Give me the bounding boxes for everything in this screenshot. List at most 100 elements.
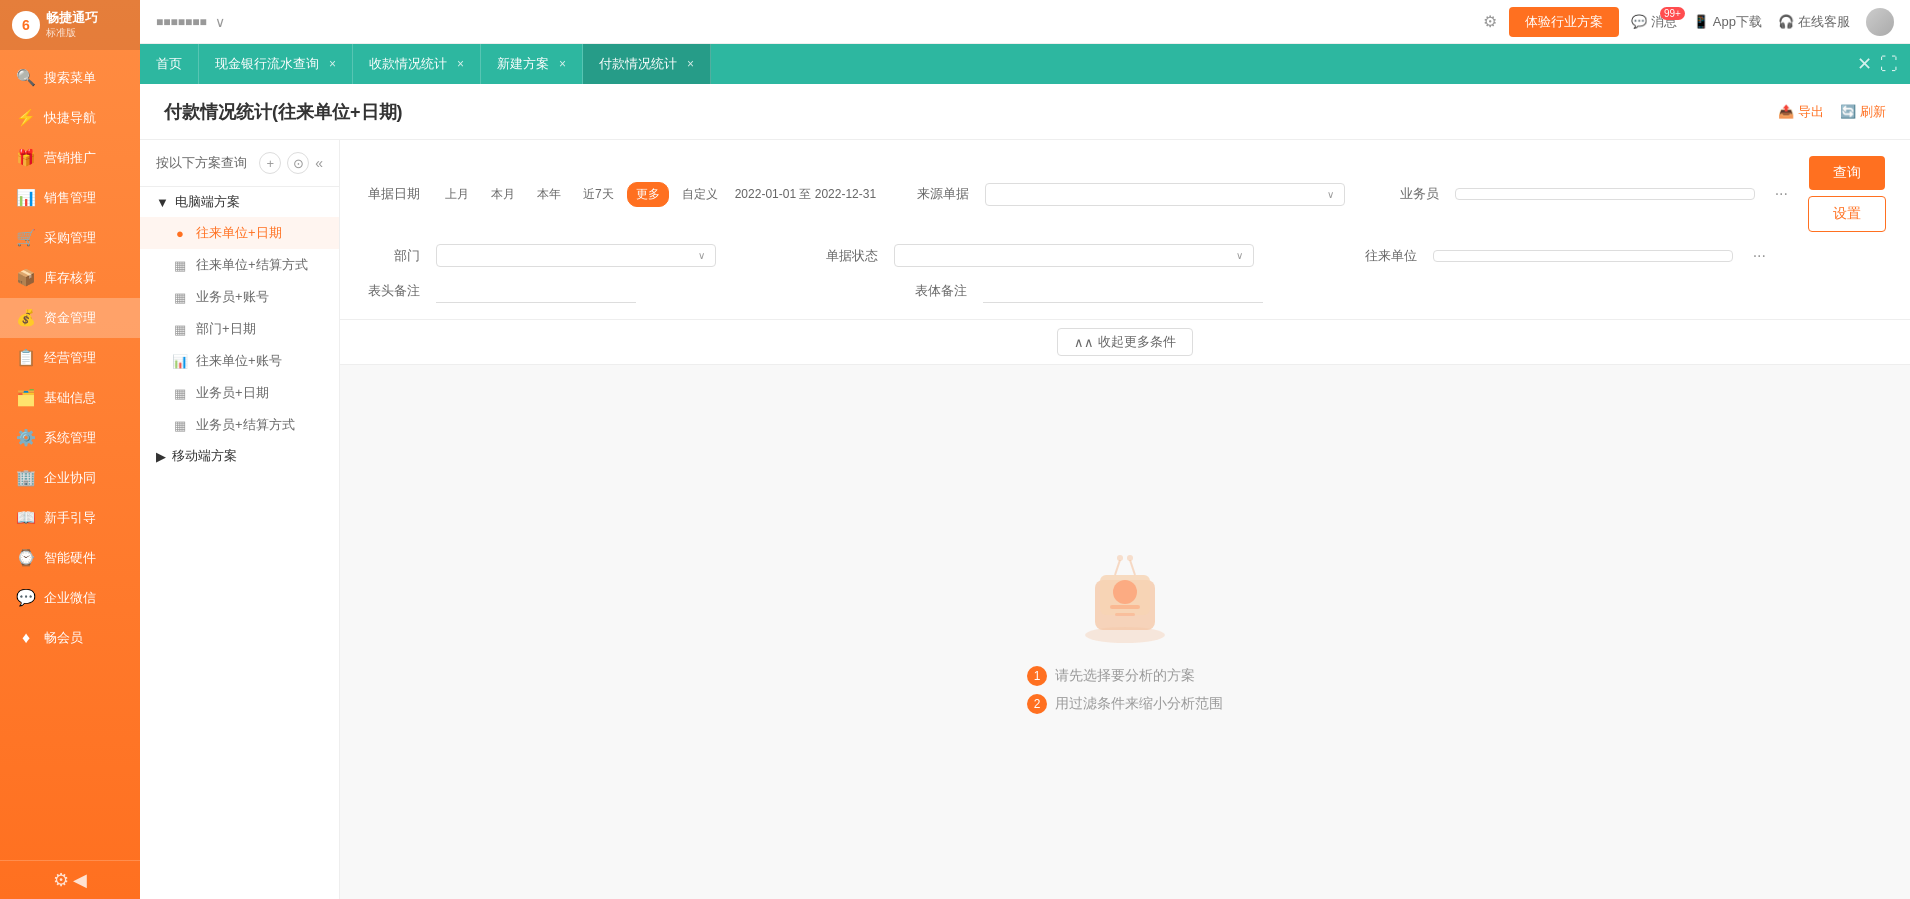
settings-scheme-button[interactable]: ⊙ xyxy=(287,152,309,174)
dept-arrow-icon: ∨ xyxy=(698,250,705,261)
sidebar-item-corp[interactable]: 🏢企业协同 xyxy=(0,458,140,498)
tabbar-expand-icon[interactable]: ⛶ xyxy=(1880,54,1898,75)
tab-home[interactable]: 首页 xyxy=(140,44,199,84)
scheme-label-unit_date: 往来单位+日期 xyxy=(196,224,282,242)
tab-label-payment: 付款情况统计 xyxy=(599,55,677,73)
sidebar-bottom: ⚙ ◀ xyxy=(0,860,140,899)
scheme-icon-unit_settle: ▦ xyxy=(172,257,188,273)
date-btn-custom[interactable]: 自定义 xyxy=(673,182,727,207)
gear-icon[interactable]: ⚙ xyxy=(1483,12,1497,31)
tab-close-receipt[interactable]: × xyxy=(457,57,464,71)
sidebar-label-sales: 销售管理 xyxy=(44,189,96,207)
online-service-button[interactable]: 🎧 在线客服 xyxy=(1778,13,1850,31)
sidebar-item-marketing[interactable]: 🎁营销推广 xyxy=(0,138,140,178)
partner-dots-icon[interactable]: ··· xyxy=(1749,247,1770,265)
sidebar-item-operation[interactable]: 📋经营管理 xyxy=(0,338,140,378)
tab-payment[interactable]: 付款情况统计 × xyxy=(583,44,711,84)
sidebar-item-basic[interactable]: 🗂️基础信息 xyxy=(0,378,140,418)
sidebar-label-system: 系统管理 xyxy=(44,429,96,447)
empty-illustration xyxy=(1065,550,1185,650)
filter-row-2: 部门 ∨ 单据状态 ∨ 往来单位 ·· xyxy=(364,244,1886,267)
tabbar-close-icon[interactable]: ✕ xyxy=(1857,53,1872,75)
scheme-icon-dept_date: ▦ xyxy=(172,321,188,337)
refresh-button[interactable]: 🔄 刷新 xyxy=(1840,103,1886,121)
group-label-mobile: 移动端方案 xyxy=(172,447,237,465)
settings-icon[interactable]: ⚙ xyxy=(53,869,69,891)
source-arrow-icon: ∨ xyxy=(1327,189,1334,200)
scheme-group-pc[interactable]: ▼电脑端方案 xyxy=(140,187,339,217)
user-avatar[interactable] xyxy=(1866,8,1894,36)
sidebar-item-system[interactable]: ⚙️系统管理 xyxy=(0,418,140,458)
sidebar-item-hardware[interactable]: ⌚智能硬件 xyxy=(0,538,140,578)
date-btn-more[interactable]: 更多 xyxy=(627,182,669,207)
service-icon: 🎧 xyxy=(1778,14,1794,29)
app-download-button[interactable]: 📱 App下载 xyxy=(1693,13,1762,31)
date-btn-this_year[interactable]: 本年 xyxy=(528,182,570,207)
tab-close-new[interactable]: × xyxy=(559,57,566,71)
sidebar-item-purchase[interactable]: 🛒采购管理 xyxy=(0,218,140,258)
sidebar-item-inventory[interactable]: 📦库存核算 xyxy=(0,258,140,298)
messages-button[interactable]: 💬 消息 99+ xyxy=(1631,13,1677,31)
scheme-icon-staff_account: ▦ xyxy=(172,289,188,305)
empty-state: 1 请先选择要分析的方案 2 用过滤条件来缩小分析范围 xyxy=(1027,550,1223,714)
export-button[interactable]: 📤 导出 xyxy=(1778,103,1824,121)
trial-button[interactable]: 体验行业方案 xyxy=(1509,7,1619,37)
collapse-sidebar-icon[interactable]: ◀ xyxy=(73,869,87,891)
inventory-icon: 📦 xyxy=(16,268,36,288)
date-btn-this_month[interactable]: 本月 xyxy=(482,182,524,207)
add-scheme-button[interactable]: + xyxy=(259,152,281,174)
sidebar-label-search: 搜索菜单 xyxy=(44,69,96,87)
sidebar-item-guide[interactable]: 📖新手引导 xyxy=(0,498,140,538)
body-note-input[interactable] xyxy=(983,279,1263,303)
sidebar-item-member[interactable]: ♦畅会员 xyxy=(0,618,140,658)
source-label: 来源单据 xyxy=(913,185,969,203)
scheme-item-unit_date[interactable]: ● 往来单位+日期 xyxy=(140,217,339,249)
sidebar-item-wechat[interactable]: 💬企业微信 xyxy=(0,578,140,618)
scheme-item-staff_settle[interactable]: ▦业务员+结算方式 xyxy=(140,409,339,441)
date-btn-last_month[interactable]: 上月 xyxy=(436,182,478,207)
header-note-input[interactable] xyxy=(436,279,636,303)
scheme-group-mobile[interactable]: ▶移动端方案 xyxy=(140,441,339,471)
empty-msg-1: 1 请先选择要分析的方案 xyxy=(1027,666,1223,686)
partner-select[interactable] xyxy=(1433,250,1733,262)
tab-receipt[interactable]: 收款情况统计× xyxy=(353,44,481,84)
date-btn-last_7[interactable]: 近7天 xyxy=(574,182,623,207)
filter-settings-button[interactable]: 设置 xyxy=(1808,196,1886,232)
date-buttons: 上月本月本年近7天更多自定义2022-01-01 至 2022-12-31 xyxy=(436,182,876,207)
tab-close-payment[interactable]: × xyxy=(687,57,694,71)
tab-label-bank: 现金银行流水查询 xyxy=(215,55,319,73)
scheme-item-unit_settle[interactable]: ▦往来单位+结算方式 xyxy=(140,249,339,281)
sidebar-item-nav[interactable]: ⚡快捷导航 xyxy=(0,98,140,138)
scheme-icon-unit_date: ● xyxy=(172,225,188,241)
dept-select[interactable]: ∨ xyxy=(436,244,716,267)
doc-status-select[interactable]: ∨ xyxy=(894,244,1254,267)
scheme-item-dept_date[interactable]: ▦部门+日期 xyxy=(140,313,339,345)
tab-close-bank[interactable]: × xyxy=(329,57,336,71)
sidebar: 6 畅捷通巧 标准版 🔍搜索菜单⚡快捷导航🎁营销推广📊销售管理🛒采购管理📦库存核… xyxy=(0,0,140,899)
sidebar-item-sales[interactable]: 📊销售管理 xyxy=(0,178,140,218)
sidebar-item-finance[interactable]: 💰资金管理 xyxy=(0,298,140,338)
marketing-icon: 🎁 xyxy=(16,148,36,168)
staff-select[interactable] xyxy=(1455,188,1755,200)
empty-msg-2: 2 用过滤条件来缩小分析范围 xyxy=(1027,694,1223,714)
sidebar-item-search[interactable]: 🔍搜索菜单 xyxy=(0,58,140,98)
source-select[interactable]: ∨ xyxy=(985,183,1345,206)
collapse-panel-icon[interactable]: « xyxy=(315,155,323,171)
collapse-filters-button[interactable]: ∧∧ 收起更多条件 xyxy=(1057,328,1193,356)
header-note-label: 表头备注 xyxy=(364,282,420,300)
scheme-item-staff_account[interactable]: ▦业务员+账号 xyxy=(140,281,339,313)
query-btn-group: 查询 设置 xyxy=(1808,156,1886,232)
collapse-up-icon: ∧∧ xyxy=(1074,335,1094,350)
scheme-item-staff_date[interactable]: ▦业务员+日期 xyxy=(140,377,339,409)
sidebar-label-finance: 资金管理 xyxy=(44,309,96,327)
operation-icon: 📋 xyxy=(16,348,36,368)
scheme-item-unit_account[interactable]: 📊往来单位+账号 xyxy=(140,345,339,377)
collapse-bar: ∧∧ 收起更多条件 xyxy=(340,320,1910,365)
content-area: 按以下方案查询 + ⊙ « ▼电脑端方案●往来单位+日期▦往来单位+结算方式▦业… xyxy=(140,140,1910,899)
query-button[interactable]: 查询 xyxy=(1809,156,1885,190)
tab-new[interactable]: 新建方案× xyxy=(481,44,583,84)
staff-dots-icon[interactable]: ··· xyxy=(1771,185,1792,203)
tabbar: 首页现金银行流水查询×收款情况统计×新建方案×付款情况统计×✕⛶ xyxy=(140,44,1910,84)
refresh-icon: 🔄 xyxy=(1840,104,1856,119)
tab-bank[interactable]: 现金银行流水查询 × xyxy=(199,44,353,84)
